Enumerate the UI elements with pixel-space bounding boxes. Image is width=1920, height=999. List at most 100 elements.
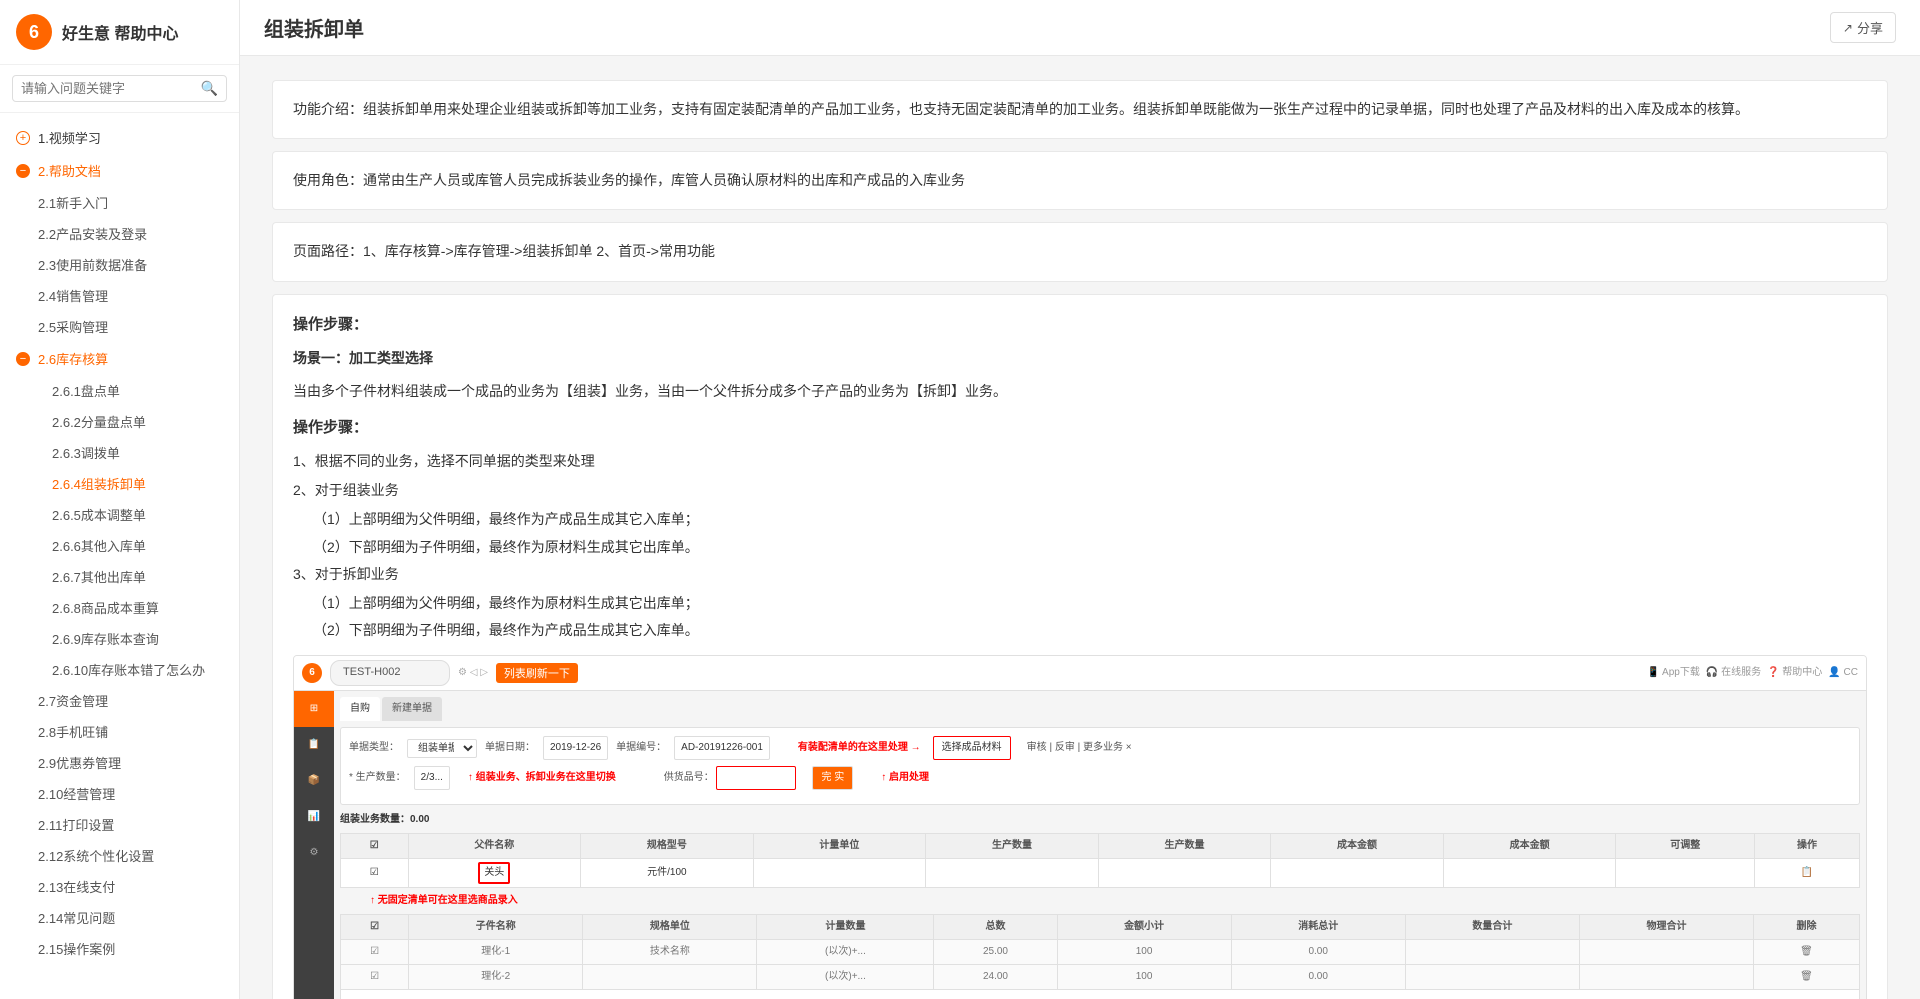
ss-help-icon: ❓ 帮助中心: [1767, 664, 1822, 682]
sidebar-item-assembly[interactable]: 2.6.4组装拆卸单: [0, 468, 239, 499]
ss-form-area: 单据类型： 组装单据 单据日期： 2019-12-26 单据编号： AD-201…: [340, 727, 1860, 805]
logo-area: 6 好生意 帮助中心: [0, 0, 239, 65]
ss-body: ⊞ 📋 📦 📊 ⚙ 自购 新建单据: [294, 691, 1866, 999]
sidebar-item-other-in[interactable]: 2.6.6其他入库单: [0, 530, 239, 561]
sidebar-item-videos[interactable]: + 1.视频学习: [0, 121, 239, 154]
screenshot-inner: 6 TEST-H002 ⚙ ◁ ▷ 列表刷新一下 📱 App下载 🎧 在线服务 …: [294, 656, 1866, 999]
sidebar-item-personalize[interactable]: 2.12系统个性化设置: [0, 840, 239, 871]
page-title: 组装拆卸单: [264, 13, 364, 42]
ss-nav-4[interactable]: ⚙: [294, 835, 334, 871]
ss-ctd-check: ☑: [341, 940, 409, 965]
ss-th-0: ☑: [341, 834, 409, 859]
ss-tab-new[interactable]: 新建单据: [382, 697, 442, 721]
ops-title: 操作步骤：: [293, 311, 1867, 338]
sidebar-item-other-out[interactable]: 2.6.7其他出库单: [0, 561, 239, 592]
table-row: ☑ 关头 元件/100: [341, 859, 1860, 888]
ss-tab-own[interactable]: 自购: [340, 697, 380, 721]
ss-topbar: 6 TEST-H002 ⚙ ◁ ▷ 列表刷新一下 📱 App下载 🎧 在线服务 …: [294, 656, 1866, 691]
ss-nav-2[interactable]: 📦: [294, 763, 334, 799]
ss-th-spec: 规格型号: [581, 834, 754, 859]
table-row-empty-3: [341, 990, 1860, 999]
ss-select-type[interactable]: 组装单据: [407, 739, 477, 758]
ss-ctd-del: 🗑: [1754, 940, 1860, 965]
sidebar-item-sales[interactable]: 2.4销售管理: [0, 280, 239, 311]
sidebar-item-ledger-fix[interactable]: 2.6.10库存账本错了怎么办: [0, 654, 239, 685]
ss-td-cost2: [1443, 859, 1616, 888]
sidebar-item-coupon[interactable]: 2.9优惠券管理: [0, 747, 239, 778]
search-input[interactable]: [21, 81, 201, 96]
ss-ctd-total2: 24.00: [934, 965, 1057, 990]
ss-nav-3[interactable]: 📊: [294, 799, 334, 835]
ss-td-name: 关头: [408, 859, 581, 888]
ss-td-check: ☑: [341, 859, 409, 888]
sidebar-item-partial-stocktake[interactable]: 2.6.2分量盘点单: [0, 406, 239, 437]
ss-th-cost2: 成本金额: [1443, 834, 1616, 859]
ss-ctd-qsum: [1405, 940, 1579, 965]
ss-right-icons: 📱 App下载 🎧 在线服务 ❓ 帮助中心 👤 CC: [1647, 664, 1858, 682]
sidebar-item-purchase[interactable]: 2.5采购管理: [0, 311, 239, 342]
collapse-icon-2: −: [16, 352, 30, 366]
ss-table-header-row: ☑ 父件名称 规格型号 计量单位 生产数量 生产数量 成本金额 成本金额: [341, 834, 1860, 859]
sidebar-item-cases[interactable]: 2.15操作案例: [0, 933, 239, 964]
ss-ctd-qsum2: [1405, 965, 1579, 990]
sidebar-item-install[interactable]: 2.2产品安装及登录: [0, 218, 239, 249]
path-text: 页面路径：1、库存核算->库存管理->组装拆卸单 2、首页->常用功能: [293, 239, 1867, 264]
annotation-4-text: ↑ 无固定清单可在这里选商品录入: [370, 892, 1860, 910]
logo-icon: 6: [16, 14, 52, 50]
ss-ctd-spec: 技术名称: [583, 940, 757, 965]
step-3: 3、对于拆卸业务: [293, 562, 1867, 587]
ss-refresh-btn[interactable]: 列表刷新一下: [496, 663, 578, 683]
sidebar-item-mobile[interactable]: 2.8手机旺铺: [0, 716, 239, 747]
sidebar-item-docs[interactable]: − 2.帮助文档: [0, 154, 239, 187]
ops-steps-title: 操作步骤：: [293, 414, 1867, 441]
step-2-2: （2）下部明细为子件明细，最终作为原材料生成其它出库单。: [293, 535, 1867, 560]
sidebar-item-faq[interactable]: 2.14常见问题: [0, 902, 239, 933]
ss-cth-0: ☑: [341, 915, 409, 940]
sidebar-item-stocktake[interactable]: 2.6.1盘点单: [0, 375, 239, 406]
sidebar-item-payment[interactable]: 2.13在线支付: [0, 871, 239, 902]
ss-td-adj: [1616, 859, 1755, 888]
ss-cth-physical: 物理合计: [1579, 915, 1753, 940]
ss-tabs: 自购 新建单据: [340, 697, 1860, 721]
annotation-2-text: ↑ 组装业务、拆卸业务在这里切换: [468, 769, 616, 787]
share-label: 分享: [1857, 18, 1883, 37]
intro-card: 功能介绍：组装拆卸单用来处理企业组装或拆卸等加工业务，支持有固定装配清单的产品加…: [272, 80, 1888, 139]
ss-ctd-sub2: 100: [1057, 965, 1231, 990]
ss-td-spec: 元件/100: [581, 859, 754, 888]
sidebar-item-print[interactable]: 2.11打印设置: [0, 809, 239, 840]
sidebar-item-transfer[interactable]: 2.6.3调拨单: [0, 437, 239, 468]
sidebar-item-cost-recalc[interactable]: 2.6.8商品成本重算: [0, 592, 239, 623]
ss-service-icon: 🎧 在线服务: [1706, 664, 1761, 682]
ss-ctd-amt: 0.00: [1231, 940, 1405, 965]
role-card: 使用角色：通常由生产人员或库管人员完成拆装业务的操作，库管人员确认原材料的出库和…: [272, 151, 1888, 210]
search-icon[interactable]: 🔍: [201, 80, 218, 97]
ss-nav-1[interactable]: 📋: [294, 727, 334, 763]
ss-cth-total: 总数: [934, 915, 1057, 940]
ss-nav-home[interactable]: ⊞: [294, 691, 334, 727]
sidebar-item-inventory-ledger[interactable]: 2.6.9库存账本查询: [0, 623, 239, 654]
ss-label-type: 单据类型：: [349, 739, 399, 757]
sidebar-item-newbie[interactable]: 2.1新手入门: [0, 187, 239, 218]
table-row: ☑ 理化-2 (以次)+... 24.00 100 0.00: [341, 965, 1860, 990]
ss-ctd-name2: 理化-2: [409, 965, 583, 990]
sidebar-item-cost-adjust[interactable]: 2.6.5成本调整单: [0, 499, 239, 530]
ss-op-btns: 审核 | 反审 | 更多业务 ×: [1027, 739, 1132, 757]
share-button[interactable]: ↗ 分享: [1830, 12, 1896, 43]
ss-ctd-check2: ☑: [341, 965, 409, 990]
ss-ctd-name: 理化-1: [409, 940, 583, 965]
sidebar-item-biz-mgmt[interactable]: 2.10经营管理: [0, 778, 239, 809]
sidebar-item-finance[interactable]: 2.7资金管理: [0, 685, 239, 716]
role-text: 使用角色：通常由生产人员或库管人员完成拆装业务的操作，库管人员确认原材料的出库和…: [293, 168, 1867, 193]
section-26-label: 2.6库存核算: [38, 349, 108, 368]
sidebar-item-inventory[interactable]: − 2.6库存核算: [0, 342, 239, 375]
sidebar-item-data-prep[interactable]: 2.3使用前数据准备: [0, 249, 239, 280]
ss-th-name: 父件名称: [408, 834, 581, 859]
screenshot-container: 6 TEST-H002 ⚙ ◁ ▷ 列表刷新一下 📱 App下载 🎧 在线服务 …: [293, 655, 1867, 999]
ss-left-nav: ⊞ 📋 📦 📊 ⚙: [294, 691, 334, 999]
ss-select-bom[interactable]: 选择成品材料: [933, 736, 1011, 760]
ss-warehouse-area: 供货品号：: [664, 766, 797, 790]
ss-confirm-btn[interactable]: 完 实: [812, 766, 853, 790]
ss-form-row-2: * 生产数量： 2/3... ↑ 组装业务、拆卸业务在这里切换 供货品号：: [349, 766, 1851, 790]
main-content: 组装拆卸单 ↗ 分享 功能介绍：组装拆卸单用来处理企业组装或拆卸等加工业务，支持…: [240, 0, 1920, 999]
ss-th-unit: 计量单位: [753, 834, 926, 859]
